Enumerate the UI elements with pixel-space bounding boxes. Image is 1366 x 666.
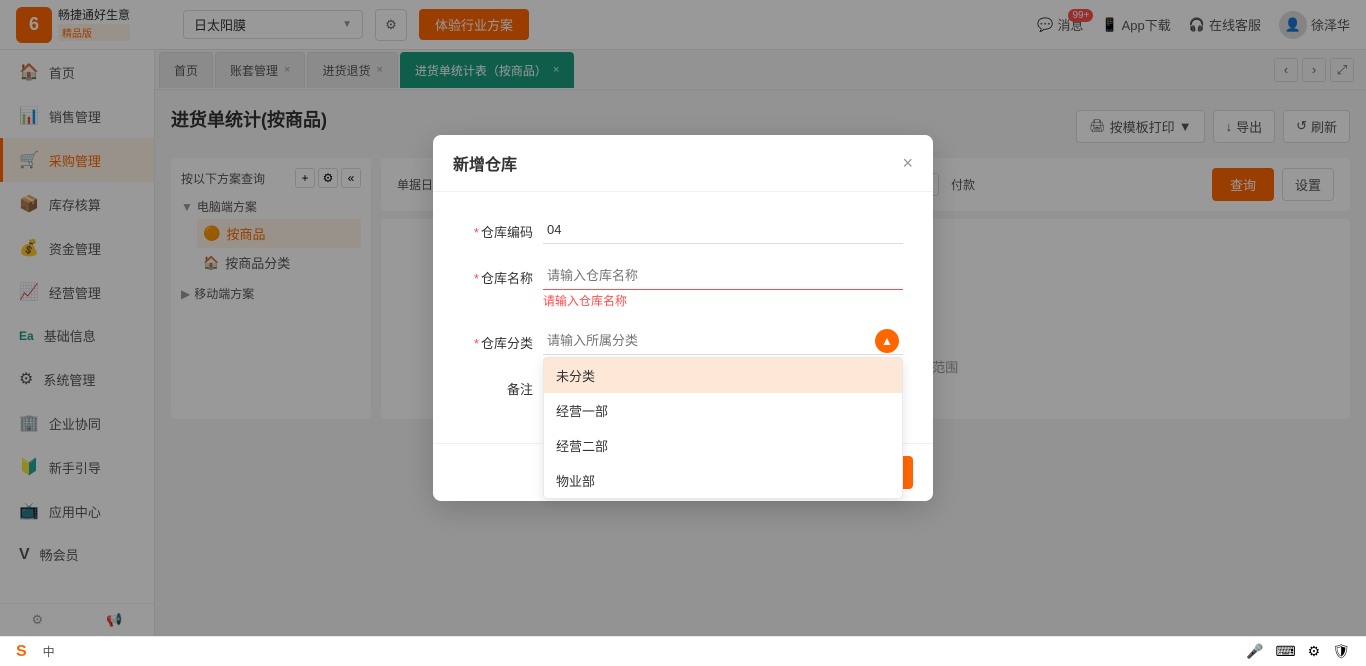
warehouse-category-row: 仓库分类 ▲ 未分类 经营一部 经营二部 物业部: [463, 327, 903, 355]
category-option-ops2[interactable]: 经营二部: [544, 428, 902, 463]
chevron-up-icon: ▲: [881, 334, 893, 348]
keyboard-icon[interactable]: ⌨: [1275, 643, 1295, 660]
status-bar: S 中 🎤 ⌨ ⚙ 🛡: [0, 636, 1366, 666]
modal-title: 新增仓库: [453, 151, 517, 175]
category-option-ops1[interactable]: 经营一部: [544, 393, 902, 428]
status-text-cn: 中: [43, 643, 55, 660]
warehouse-name-label: 仓库名称: [463, 262, 543, 287]
warehouse-category-select-wrap: ▲ 未分类 经营一部 经营二部 物业部: [543, 327, 903, 355]
mic-icon[interactable]: 🎤: [1246, 643, 1263, 660]
warehouse-code-field-wrap: [543, 216, 903, 244]
settings-status-icon[interactable]: ⚙: [1308, 643, 1321, 660]
category-dropdown: 未分类 经营一部 经营二部 物业部: [543, 357, 903, 499]
modal-close-button[interactable]: ×: [902, 154, 913, 172]
shield-icon[interactable]: 🛡: [1332, 643, 1350, 660]
warehouse-category-label: 仓库分类: [463, 327, 543, 352]
add-warehouse-modal: 新增仓库 × 仓库编码 仓库名称 请输入仓库名称 仓库分类: [433, 135, 933, 501]
modal-body: 仓库编码 仓库名称 请输入仓库名称 仓库分类 ▲: [433, 192, 933, 443]
warehouse-name-field-wrap: 请输入仓库名称: [543, 262, 903, 309]
warehouse-code-row: 仓库编码: [463, 216, 903, 244]
warehouse-name-error: 请输入仓库名称: [543, 292, 903, 309]
category-option-uncategorized[interactable]: 未分类: [544, 358, 902, 393]
warehouse-code-label: 仓库编码: [463, 216, 543, 241]
warehouse-code-input[interactable]: [543, 216, 903, 244]
warehouse-name-row: 仓库名称 请输入仓库名称: [463, 262, 903, 309]
warehouse-name-input[interactable]: [543, 262, 903, 290]
category-toggle-button[interactable]: ▲: [875, 329, 899, 353]
brand-s-icon: S: [16, 643, 27, 661]
status-right-icons: 🎤 ⌨ ⚙ 🛡: [1246, 643, 1350, 660]
modal-overlay: 新增仓库 × 仓库编码 仓库名称 请输入仓库名称 仓库分类: [0, 0, 1366, 636]
modal-header: 新增仓库 ×: [433, 135, 933, 192]
warehouse-category-input[interactable]: [543, 327, 903, 355]
category-option-property[interactable]: 物业部: [544, 463, 902, 498]
warehouse-note-label: 备注: [463, 373, 543, 398]
